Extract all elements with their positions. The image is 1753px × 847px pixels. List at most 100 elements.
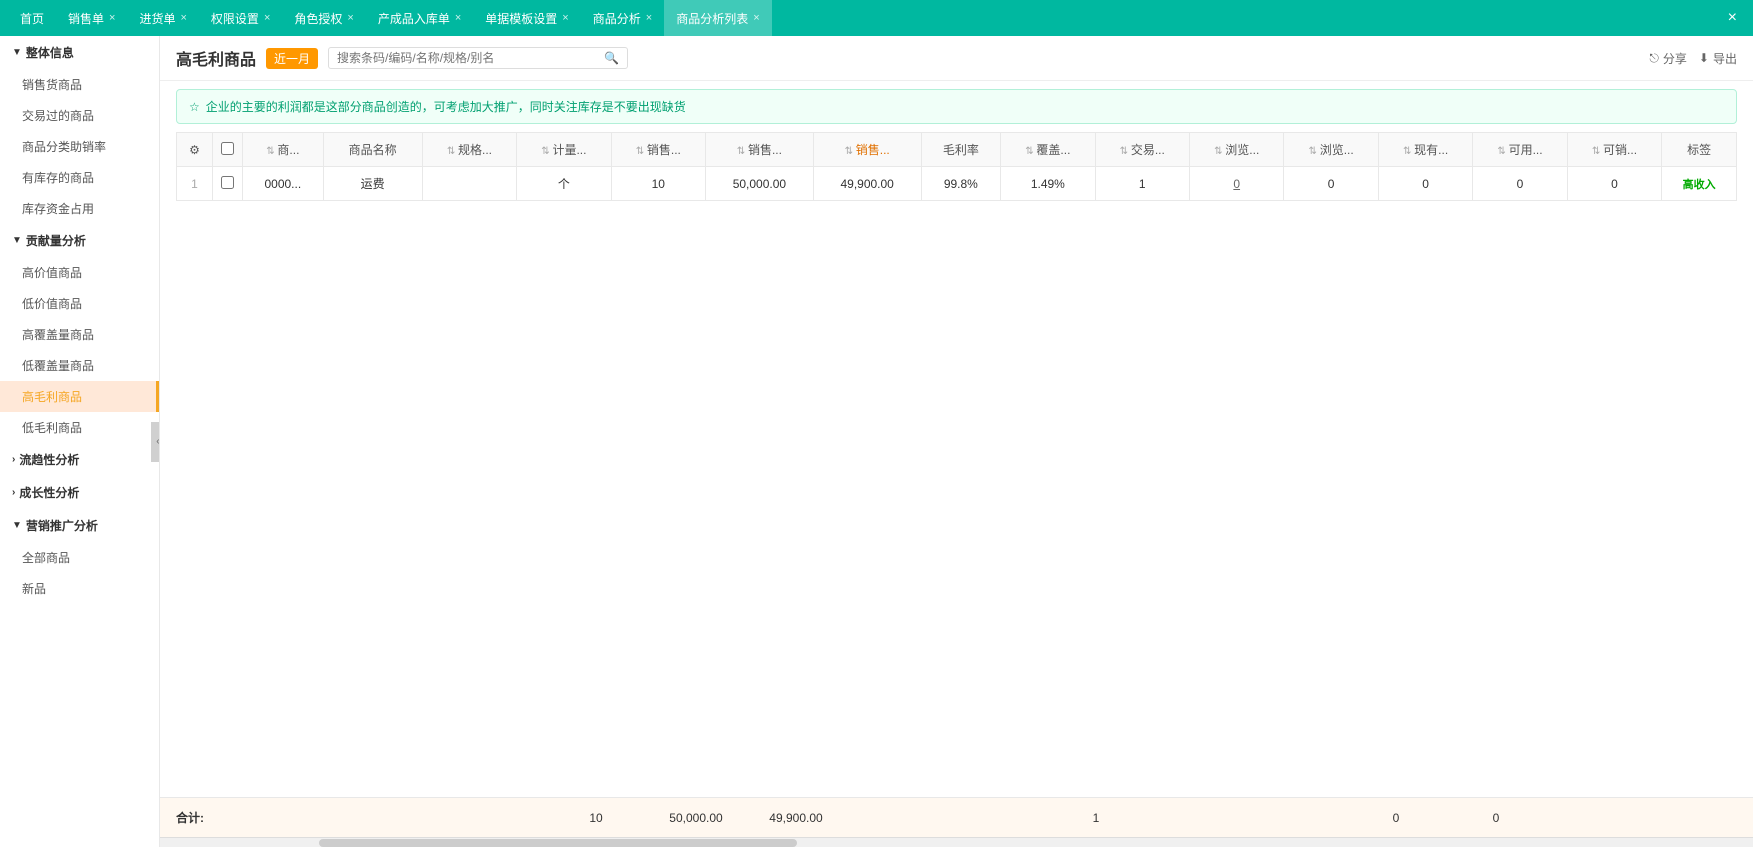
cell-name: 运费 xyxy=(323,167,422,201)
cell-views1[interactable]: 0 xyxy=(1189,167,1283,201)
col-sales-amt[interactable]: 销售... xyxy=(706,133,814,167)
arrow-growth: › xyxy=(12,487,15,498)
sidebar-group-trend[interactable]: › 流趋性分析 xyxy=(0,443,159,476)
nav-purchase-order[interactable]: 进货单 × xyxy=(127,0,198,36)
sidebar-item-high-coverage[interactable]: 高覆盖量商品 xyxy=(0,319,159,350)
col-checkbox[interactable] xyxy=(213,133,243,167)
cell-spec xyxy=(422,167,516,201)
col-name: 商品名称 xyxy=(323,133,422,167)
cell-num: 1 xyxy=(177,167,213,201)
footer-current: 0 xyxy=(1356,811,1436,825)
col-spec[interactable]: 规格... xyxy=(422,133,516,167)
col-sales-qty[interactable]: 销售... xyxy=(611,133,705,167)
top-navigation: 首页 销售单 × 进货单 × 权限设置 × 角色授权 × 产成品入库单 × 单据… xyxy=(0,0,1753,36)
cell-available: 0 xyxy=(1473,167,1567,201)
nav-inbound[interactable]: 产成品入库单 × xyxy=(366,0,473,36)
sidebar-item-low-value[interactable]: 低价值商品 xyxy=(0,288,159,319)
footer-sales-amt2: 49,900.00 xyxy=(756,811,836,825)
col-available[interactable]: 可用... xyxy=(1473,133,1567,167)
close-permissions[interactable]: × xyxy=(264,12,270,24)
col-current[interactable]: 现有... xyxy=(1378,133,1472,167)
table-header-row: ⚙ 商... 商品名称 规格... 计量... 销售... 销售... 销售..… xyxy=(177,133,1737,167)
sidebar-item-category-rate[interactable]: 商品分类助销率 xyxy=(0,131,159,162)
footer-empty2 xyxy=(956,811,1036,825)
close-sales-order[interactable]: × xyxy=(109,12,115,24)
sidebar-item-sales-goods[interactable]: 销售货商品 xyxy=(0,69,159,100)
sidebar-item-low-coverage[interactable]: 低覆盖量商品 xyxy=(0,350,159,381)
close-all-tabs[interactable]: × xyxy=(1720,9,1745,27)
cell-code: 0000... xyxy=(243,167,324,201)
footer-empty3 xyxy=(1156,811,1236,825)
col-unit[interactable]: 计量... xyxy=(517,133,611,167)
col-views2[interactable]: 浏览... xyxy=(1284,133,1378,167)
footer-values: 10 50,000.00 49,900.00 1 0 0 xyxy=(256,811,1737,825)
select-all-checkbox[interactable] xyxy=(221,142,234,155)
close-analysis[interactable]: × xyxy=(646,12,652,24)
search-box: 🔍 xyxy=(328,47,628,69)
row-checkbox[interactable] xyxy=(221,176,234,189)
nav-roles[interactable]: 角色授权 × xyxy=(282,0,365,36)
time-filter-button[interactable]: 近一月 xyxy=(266,48,318,69)
col-code[interactable]: 商... xyxy=(243,133,324,167)
sidebar-group-marketing-items: 全部商品 新品 xyxy=(0,542,159,604)
close-purchase-order[interactable]: × xyxy=(180,12,186,24)
arrow-contribution: ▼ xyxy=(12,235,22,246)
cell-sales-qty: 10 xyxy=(611,167,705,201)
nav-template[interactable]: 单据模板设置 × xyxy=(473,0,580,36)
sidebar-item-traded-goods[interactable]: 交易过的商品 xyxy=(0,100,159,131)
col-trade[interactable]: 交易... xyxy=(1095,133,1189,167)
col-sellable[interactable]: 可销... xyxy=(1567,133,1661,167)
table-container: ⚙ 商... 商品名称 规格... 计量... 销售... 销售... 销售..… xyxy=(176,132,1737,797)
footer-label: 合计: xyxy=(176,809,236,826)
cell-sales-amt: 50,000.00 xyxy=(706,167,814,201)
sidebar-group-marketing[interactable]: ▼ 营销推广分析 xyxy=(0,509,159,542)
nav-analysis[interactable]: 商品分析 × xyxy=(581,0,664,36)
nav-home[interactable]: 首页 xyxy=(8,0,56,36)
sidebar-group-overall[interactable]: ▼ 整体信息 xyxy=(0,36,159,69)
sidebar-item-all-goods[interactable]: 全部商品 xyxy=(0,542,159,573)
col-tag: 标签 xyxy=(1662,133,1737,167)
sidebar-item-high-value[interactable]: 高价值商品 xyxy=(0,257,159,288)
col-gross-margin: 毛利率 xyxy=(921,133,1001,167)
close-roles[interactable]: × xyxy=(347,12,353,24)
share-button[interactable]: ⎋ 分享 xyxy=(1649,50,1687,67)
search-input[interactable] xyxy=(337,51,604,65)
sidebar: ▼ 整体信息 销售货商品 交易过的商品 商品分类助销率 有库存的商品 库存资金占… xyxy=(0,36,160,847)
footer-trade: 1 xyxy=(1056,811,1136,825)
col-coverage[interactable]: 覆盖... xyxy=(1001,133,1095,167)
sidebar-item-stock-capital[interactable]: 库存资金占用 xyxy=(0,193,159,224)
col-settings[interactable]: ⚙ xyxy=(177,133,213,167)
search-icon[interactable]: 🔍 xyxy=(604,51,619,65)
sidebar-item-new-goods[interactable]: 新品 xyxy=(0,573,159,604)
header-actions: ⎋ 分享 ⬇ 导出 xyxy=(1649,50,1737,67)
nav-sales-order[interactable]: 销售单 × xyxy=(56,0,127,36)
sidebar-group-growth[interactable]: › 成长性分析 xyxy=(0,476,159,509)
col-sales-amt2[interactable]: 销售... xyxy=(813,133,921,167)
arrow-trend: › xyxy=(12,454,15,465)
sidebar-item-in-stock[interactable]: 有库存的商品 xyxy=(0,162,159,193)
cell-checkbox[interactable] xyxy=(213,167,243,201)
cell-current: 0 xyxy=(1378,167,1472,201)
footer-available: 0 xyxy=(1456,811,1536,825)
cell-sales-amt2: 49,900.00 xyxy=(813,167,921,201)
cell-sellable: 0 xyxy=(1567,167,1661,201)
cell-views2: 0 xyxy=(1284,167,1378,201)
sidebar-collapse-button[interactable]: « xyxy=(151,422,160,462)
sidebar-group-contribution[interactable]: ▼ 贡献量分析 xyxy=(0,224,159,257)
sidebar-item-high-margin[interactable]: 高毛利商品 xyxy=(0,381,159,412)
close-analysis-list[interactable]: × xyxy=(753,12,759,24)
col-views1[interactable]: 浏览... xyxy=(1189,133,1283,167)
cell-coverage: 1.49% xyxy=(1001,167,1095,201)
close-inbound[interactable]: × xyxy=(455,12,461,24)
sidebar-group-overall-items: 销售货商品 交易过的商品 商品分类助销率 有库存的商品 库存资金占用 xyxy=(0,69,159,224)
nav-analysis-list[interactable]: 商品分析列表 × xyxy=(664,0,771,36)
close-template[interactable]: × xyxy=(562,12,568,24)
horizontal-scrollbar[interactable] xyxy=(160,837,1753,847)
export-button[interactable]: ⬇ 导出 xyxy=(1699,50,1737,67)
share-icon: ⎋ xyxy=(1649,51,1659,66)
nav-permissions[interactable]: 权限设置 × xyxy=(199,0,282,36)
sidebar-item-low-margin[interactable]: 低毛利商品 xyxy=(0,412,159,443)
footer-empty1 xyxy=(856,811,936,825)
content-header: 高毛利商品 近一月 🔍 ⎋ 分享 ⬇ 导出 xyxy=(160,36,1753,81)
footer-sales-qty: 10 xyxy=(556,811,636,825)
